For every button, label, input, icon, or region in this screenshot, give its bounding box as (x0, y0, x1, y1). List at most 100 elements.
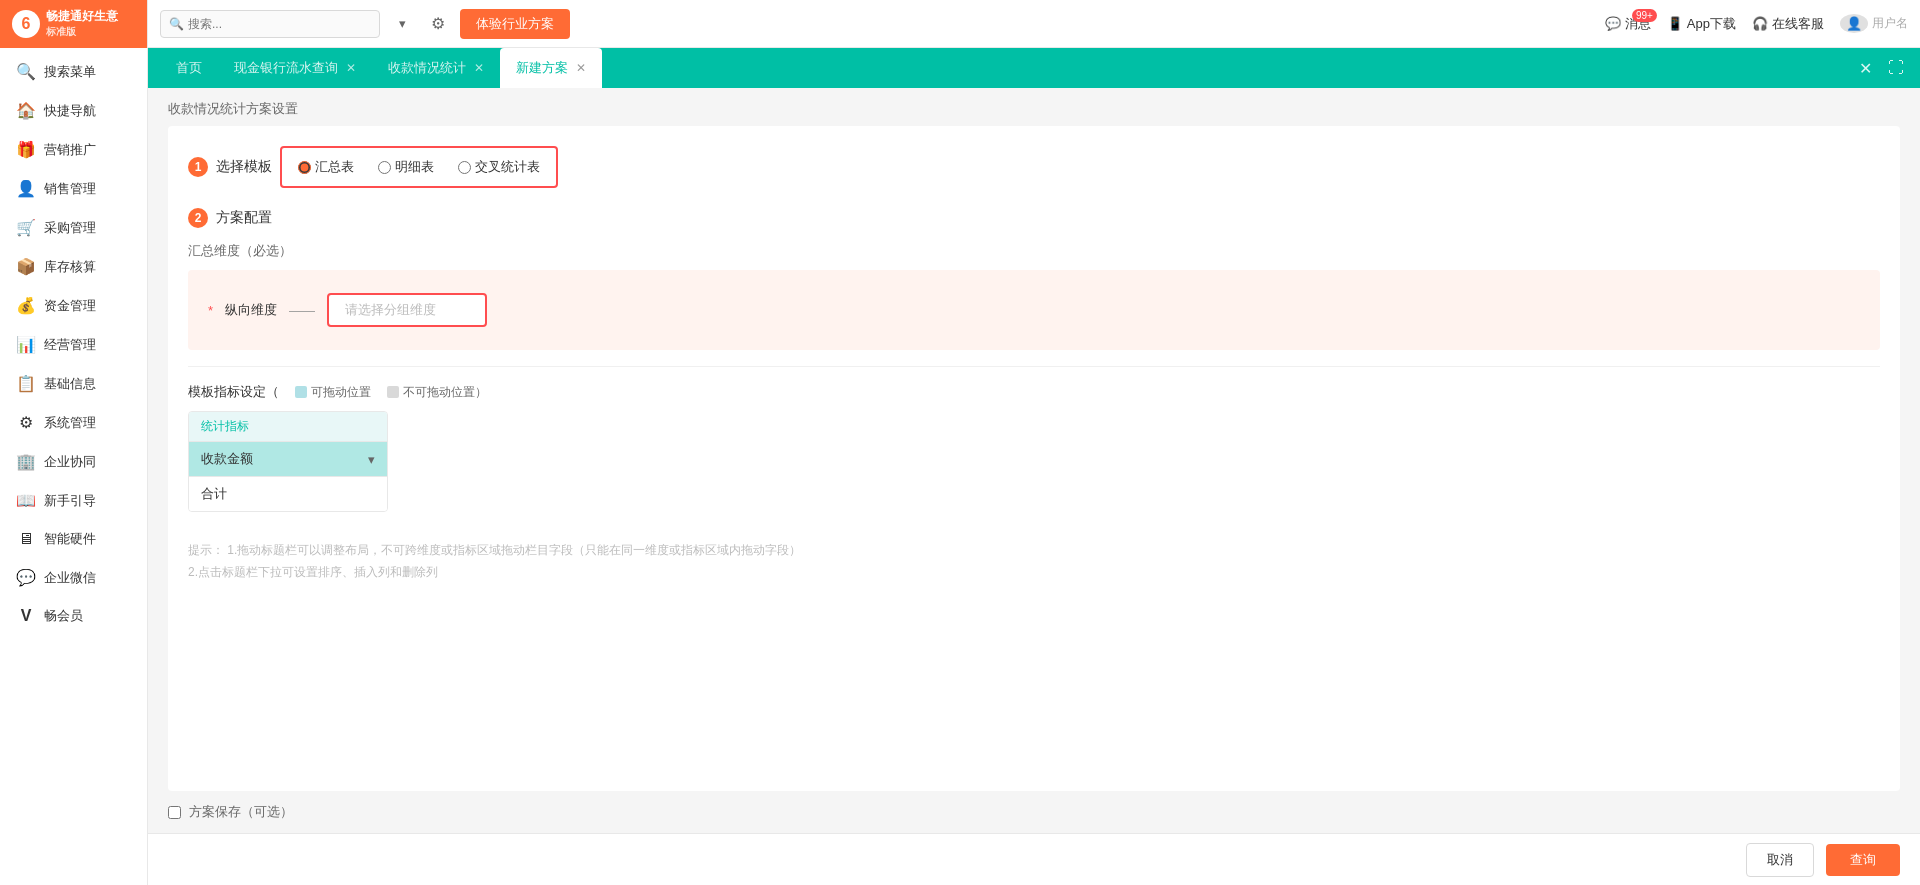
radio-detail-input[interactable] (378, 161, 391, 174)
search-input[interactable] (188, 17, 348, 31)
footer-bar: 取消 查询 (148, 833, 1920, 885)
tab-bank-flow[interactable]: 现金银行流水查询 ✕ (218, 48, 372, 88)
non-draggable-color-dot (387, 386, 399, 398)
tip-line-1: 提示： 1.拖动标题栏可以调整布局，不可跨维度或指标区域拖动栏目字段（只能在同一… (188, 540, 1880, 562)
sidebar-item-label: 营销推广 (44, 141, 96, 159)
sidebar-item-operation[interactable]: 📊 经营管理 (0, 325, 147, 364)
sidebar-item-search-menu[interactable]: 🔍 搜索菜单 (0, 52, 147, 91)
tab-close-window-icon[interactable]: ✕ (1855, 59, 1876, 78)
settings-icon[interactable]: ⚙ (424, 10, 452, 38)
sidebar-item-wechat[interactable]: 💬 企业微信 (0, 558, 147, 597)
tab-new-plan-close[interactable]: ✕ (576, 62, 586, 74)
sidebar-item-label: 搜索菜单 (44, 63, 96, 81)
step2-num: 2 (188, 208, 208, 228)
header-right-controls: 💬 消息 99+ 📱 App下载 🎧 在线客服 👤 用户名 (1605, 14, 1908, 33)
online-service-btn[interactable]: 🎧 在线客服 (1752, 15, 1824, 33)
sidebar-item-label: 基础信息 (44, 375, 96, 393)
user-avatar[interactable]: 👤 用户名 (1840, 14, 1908, 33)
step1-section: 1 选择模板 汇总表 明细表 交叉统计表 (188, 146, 1880, 188)
step1-label: 选择模板 (216, 158, 272, 176)
sidebar-nav: 🔍 搜索菜单 🏠 快捷导航 🎁 营销推广 👤 销售管理 🛒 采购管理 📦 库存核… (0, 48, 147, 885)
search-menu-icon: 🔍 (16, 62, 36, 81)
dimension-select-placeholder: 请选择分组维度 (345, 302, 436, 317)
dimension-row: * 纵向维度 —— 请选择分组维度 (208, 293, 487, 327)
sidebar-item-sales[interactable]: 👤 销售管理 (0, 169, 147, 208)
user-icon: 👤 (1840, 14, 1868, 33)
sidebar-item-label: 销售管理 (44, 180, 96, 198)
msg-badge: 99+ (1632, 9, 1657, 22)
tab-expand-icon[interactable]: ⛶ (1884, 59, 1908, 77)
tab-receipt-stat-label: 收款情况统计 (388, 59, 466, 77)
metrics-config: 模板指标设定（ 可拖动位置 不可拖动位置） 统计指标 收款 (188, 366, 1880, 595)
app-download-btn[interactable]: 📱 App下载 (1667, 15, 1736, 33)
sidebar-item-guide[interactable]: 📖 新手引导 (0, 481, 147, 520)
message-icon: 💬 (1605, 16, 1621, 31)
sidebar-item-hardware[interactable]: 🖥 智能硬件 (0, 520, 147, 558)
sidebar-item-corp[interactable]: 🏢 企业协同 (0, 442, 147, 481)
sidebar-item-label: 新手引导 (44, 492, 96, 510)
radio-crosstab[interactable]: 交叉统计表 (458, 158, 540, 176)
sidebar-item-system[interactable]: ⚙ 系统管理 (0, 403, 147, 442)
sidebar-item-label: 库存核算 (44, 258, 96, 276)
legend-draggable: 可拖动位置 (295, 384, 371, 401)
radio-detail[interactable]: 明细表 (378, 158, 434, 176)
tab-bank-flow-label: 现金银行流水查询 (234, 59, 338, 77)
sidebar-item-inventory[interactable]: 📦 库存核算 (0, 247, 147, 286)
purchase-icon: 🛒 (16, 218, 36, 237)
template-options: 汇总表 明细表 交叉统计表 (280, 146, 558, 188)
legend-draggable-label: 可拖动位置 (311, 384, 371, 401)
sidebar-item-label: 资金管理 (44, 297, 96, 315)
query-button[interactable]: 查询 (1826, 844, 1900, 876)
required-mark: * (208, 303, 213, 318)
wechat-icon: 💬 (16, 568, 36, 587)
tab-bar: 首页 现金银行流水查询 ✕ 收款情况统计 ✕ 新建方案 ✕ ✕ ⛶ (148, 48, 1920, 88)
tab-new-plan[interactable]: 新建方案 ✕ (500, 48, 602, 88)
radio-summary-input[interactable] (298, 161, 311, 174)
home-icon: 🏠 (16, 101, 36, 120)
messages-btn[interactable]: 💬 消息 99+ (1605, 15, 1651, 33)
sidebar-item-finance[interactable]: 💰 资金管理 (0, 286, 147, 325)
radio-crosstab-input[interactable] (458, 161, 471, 174)
metrics-cell-amount[interactable]: 收款金额 ▾ (189, 442, 387, 477)
tab-home[interactable]: 首页 (160, 48, 218, 88)
metrics-config-label: 模板指标设定（ (188, 383, 279, 401)
dimension-area: * 纵向维度 —— 请选择分组维度 (188, 270, 1880, 350)
system-icon: ⚙ (16, 413, 36, 432)
sidebar-item-label: 企业协同 (44, 453, 96, 471)
dropdown-arrow[interactable]: ▾ (388, 10, 416, 38)
tab-receipt-stat-close[interactable]: ✕ (474, 62, 484, 74)
legend-non-draggable: 不可拖动位置） (387, 384, 487, 401)
top-header: 🔍 ▾ ⚙ 体验行业方案 💬 消息 99+ 📱 App下载 🎧 在线客服 👤 用… (148, 0, 1920, 48)
industry-btn[interactable]: 体验行业方案 (460, 9, 570, 39)
step2-header: 2 方案配置 (188, 208, 1880, 228)
dimension-select[interactable]: 请选择分组维度 (327, 293, 487, 327)
metrics-header-row: 模板指标设定（ 可拖动位置 不可拖动位置） (188, 383, 1880, 401)
sales-icon: 👤 (16, 179, 36, 198)
cancel-button[interactable]: 取消 (1746, 843, 1814, 877)
sidebar-item-base-info[interactable]: 📋 基础信息 (0, 364, 147, 403)
save-checkbox[interactable] (168, 806, 181, 819)
tab-bank-flow-close[interactable]: ✕ (346, 62, 356, 74)
tip-line-2: 2.点击标题栏下拉可设置排序、插入列和删除列 (188, 562, 1880, 584)
sidebar-item-label: 系统管理 (44, 414, 96, 432)
sidebar-logo: 6 畅捷通好生意 标准版 (0, 0, 147, 48)
radio-detail-label: 明细表 (395, 158, 434, 176)
header-search-box[interactable]: 🔍 (160, 10, 380, 38)
page-title: 收款情况统计方案设置 (148, 88, 1920, 126)
dimension-section-label: 汇总维度（必选） (188, 242, 1880, 260)
sidebar-item-marketing[interactable]: 🎁 营销推广 (0, 130, 147, 169)
metrics-total-cell: 合计 (189, 477, 387, 511)
radio-summary[interactable]: 汇总表 (298, 158, 354, 176)
sidebar-item-quick-nav[interactable]: 🏠 快捷导航 (0, 91, 147, 130)
form-container: 1 选择模板 汇总表 明细表 交叉统计表 (168, 126, 1900, 791)
radio-summary-label: 汇总表 (315, 158, 354, 176)
finance-icon: 💰 (16, 296, 36, 315)
sidebar-item-purchase[interactable]: 🛒 采购管理 (0, 208, 147, 247)
metrics-section-header: 统计指标 (189, 412, 387, 442)
corp-icon: 🏢 (16, 452, 36, 471)
sidebar-item-member[interactable]: V 畅会员 (0, 597, 147, 635)
guide-icon: 📖 (16, 491, 36, 510)
save-area: 方案保存（可选） (148, 791, 1920, 833)
sidebar-item-label: 快捷导航 (44, 102, 96, 120)
tab-receipt-stat[interactable]: 收款情况统计 ✕ (372, 48, 500, 88)
